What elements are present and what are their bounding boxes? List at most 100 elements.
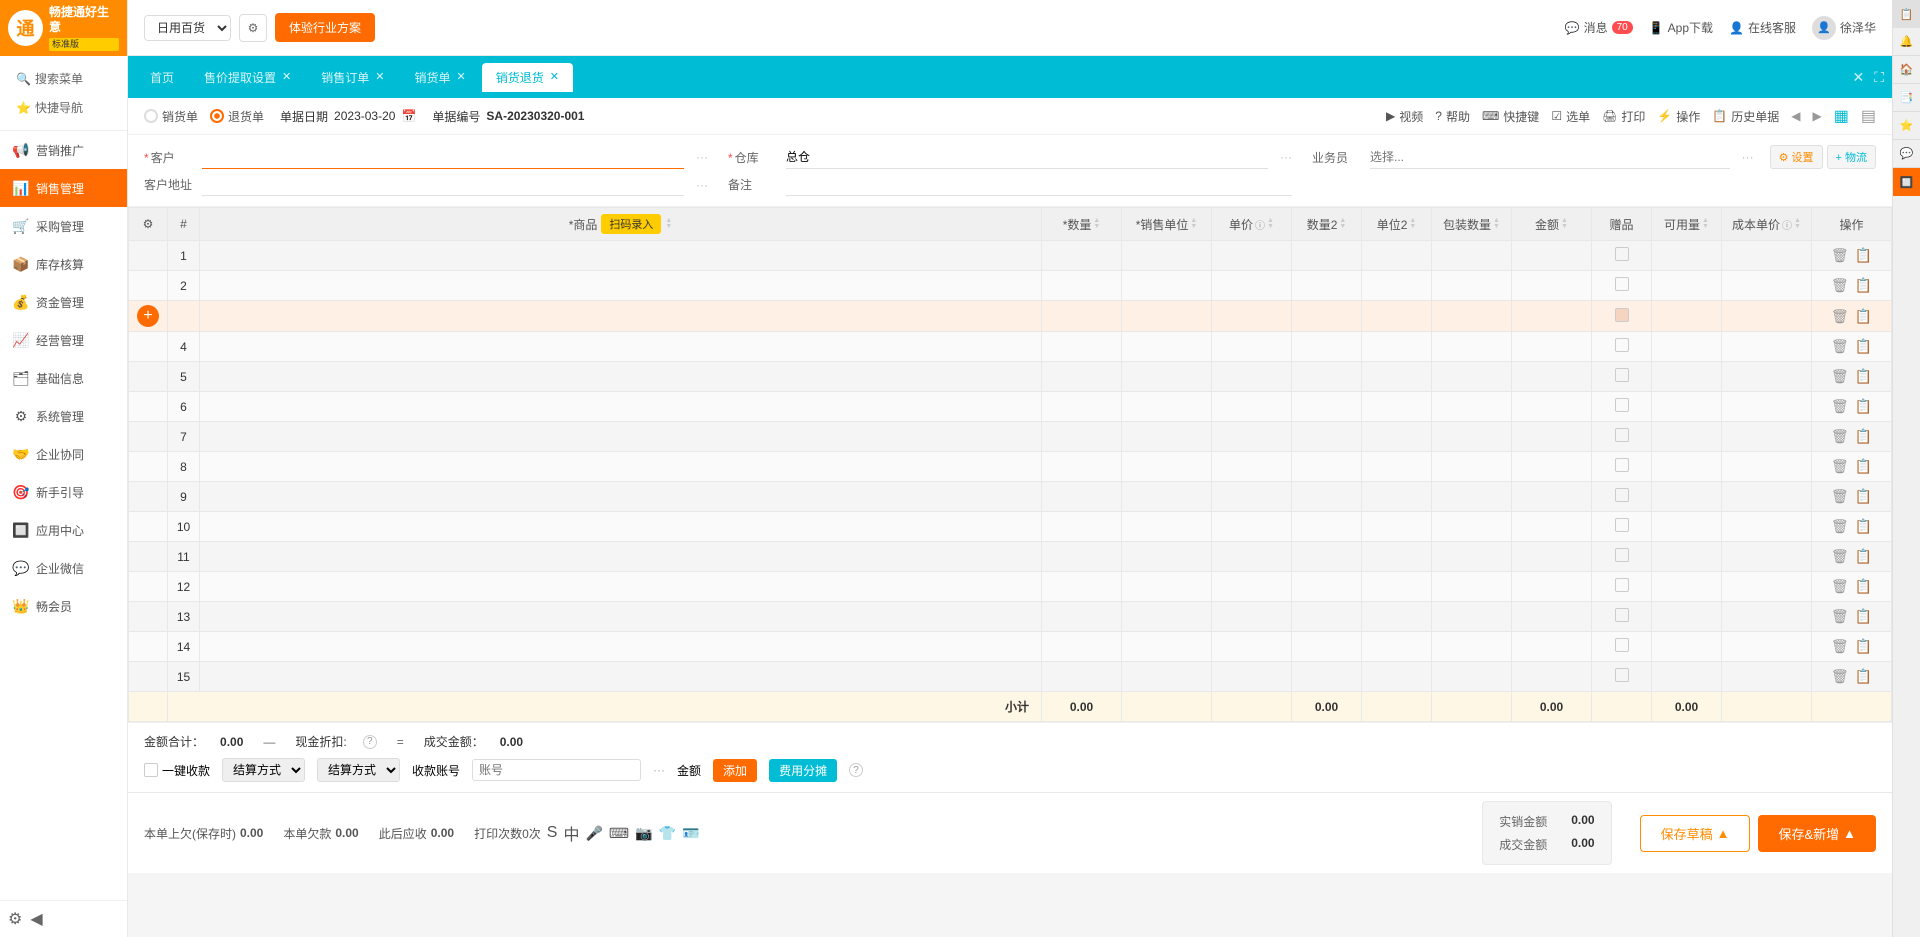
delete-row-9[interactable]: 🗑 [1831,488,1849,505]
print-btn[interactable]: 🖨 打印 [1602,108,1645,125]
copy-row-9[interactable]: 📋 [1855,488,1872,505]
copy-row-12[interactable]: 📋 [1855,578,1872,595]
copy-row-5[interactable]: 📋 [1855,368,1872,385]
add-row-button[interactable]: + [137,305,159,327]
scan-input-btn[interactable]: 扫码录入 [601,214,661,234]
next-btn[interactable]: ▶ [1813,109,1822,123]
delete-row-5[interactable]: 🗑 [1831,368,1849,385]
salesperson-input[interactable] [1370,146,1730,169]
user-profile[interactable]: 👤 徐泽华 [1812,16,1876,40]
copy-row-2[interactable]: 📋 [1855,277,1872,294]
copy-row-6[interactable]: 📋 [1855,398,1872,415]
gift-checkbox-11[interactable] [1615,548,1629,562]
sidebar-item-newbie[interactable]: 🎯 新手引导 [0,473,127,511]
help-btn[interactable]: ? 帮助 [1435,108,1470,125]
radio-delivery[interactable]: 销货单 [144,108,198,125]
gift-checkbox-14[interactable] [1615,638,1629,652]
gift-checkbox-9[interactable] [1615,488,1629,502]
copy-row-7[interactable]: 📋 [1855,428,1872,445]
gift-checkbox-13[interactable] [1615,608,1629,622]
settings-icon[interactable]: ⚙ [8,909,22,929]
sidebar-item-sales[interactable]: 📊 销售管理 [0,169,127,207]
settings-btn[interactable]: ⚙ 设置 [1770,145,1823,169]
delete-row-11[interactable]: 🗑 [1831,548,1849,565]
copy-row-10[interactable]: 📋 [1855,518,1872,535]
one-click-payment-checkbox[interactable]: 一键收款 [144,762,210,779]
experience-btn[interactable]: 体验行业方案 [275,13,375,42]
logistics-btn[interactable]: + 物流 [1827,145,1876,169]
sidebar-item-member[interactable]: 👑 畅会员 [0,587,127,625]
list-view-btn[interactable]: ▤ [1861,106,1876,126]
tab-price-settings[interactable]: 售价提取设置 ✕ [190,63,305,92]
search-menu-item[interactable]: 🔍 搜索菜单 [8,64,119,93]
gift-checkbox-3[interactable] [1615,308,1629,322]
add-payment-btn[interactable]: 添加 [713,759,757,782]
discount-help-icon[interactable]: ? [363,735,377,749]
copy-row-11[interactable]: 📋 [1855,548,1872,565]
select-btn[interactable]: ☑ 选单 [1551,108,1590,125]
float-chat-icon[interactable]: 💬 [1893,140,1920,168]
gift-checkbox-5[interactable] [1615,368,1629,382]
video-btn[interactable]: ▶ 视频 [1386,108,1423,125]
remark-input[interactable] [786,173,1292,196]
gift-checkbox-7[interactable] [1615,428,1629,442]
delete-row-2[interactable]: 🗑 [1831,277,1849,294]
sidebar-item-marketing[interactable]: 📢 营销推广 [0,131,127,169]
sidebar-item-wechat[interactable]: 💬 企业微信 [0,549,127,587]
online-service-action[interactable]: 👤 在线客服 [1729,19,1796,36]
sidebar-item-base[interactable]: 🗂 基础信息 [0,359,127,397]
sidebar-item-purchase[interactable]: 🛒 采购管理 [0,207,127,245]
warehouse-dots[interactable]: ··· [1280,150,1292,164]
history-btn[interactable]: 📋 历史单据 [1712,108,1779,125]
sidebar-item-operations[interactable]: 📈 经营管理 [0,321,127,359]
account-input[interactable] [472,759,641,781]
tab-bar-close-icon[interactable]: ✕ [1852,69,1864,86]
goods-input-row3[interactable] [208,309,1033,324]
gift-checkbox-8[interactable] [1615,458,1629,472]
customer-addr-input[interactable] [202,173,684,196]
gift-checkbox-1[interactable] [1615,247,1629,261]
sidebar-search[interactable]: 🔍 搜索菜单 ⭐ 快捷导航 [0,56,127,131]
copy-row-14[interactable]: 📋 [1855,638,1872,655]
float-active-icon[interactable]: 🔲 [1893,168,1920,196]
app-download-action[interactable]: 📱 App下载 [1649,19,1713,36]
copy-row-3[interactable]: 📋 [1855,308,1872,325]
breadcrumb-select[interactable]: 日用百货 [144,15,231,41]
gift-checkbox-12[interactable] [1615,578,1629,592]
delete-row-4[interactable]: 🗑 [1831,338,1849,355]
copy-row-1[interactable]: 📋 [1855,247,1872,264]
copy-row-13[interactable]: 📋 [1855,608,1872,625]
tab-close-price-settings[interactable]: ✕ [282,72,291,83]
detail-method-select[interactable]: 结算方式 [317,758,400,782]
tab-home[interactable]: 首页 [136,63,188,92]
save-new-button[interactable]: 保存&新增 ▲ [1758,815,1876,852]
tab-sales-order[interactable]: 销售订单 ✕ [307,63,398,92]
prev-btn[interactable]: ◀ [1791,109,1800,123]
split-btn[interactable]: 费用分摊 [769,759,837,782]
radio-return[interactable]: 退货单 [210,108,264,125]
sidebar-item-inventory[interactable]: 📦 库存核算 [0,245,127,283]
delete-row-10[interactable]: 🗑 [1831,518,1849,535]
warehouse-input[interactable] [786,146,1268,169]
col-settings[interactable]: ⚙ [129,208,168,241]
header-gear-button[interactable]: ⚙ [239,14,267,42]
tab-close-sales-return[interactable]: ✕ [550,72,559,83]
sidebar-item-finance[interactable]: 💰 资金管理 [0,283,127,321]
gift-checkbox-4[interactable] [1615,338,1629,352]
delete-row-1[interactable]: 🗑 [1831,247,1849,264]
float-doc-icon[interactable]: 📑 [1893,84,1920,112]
save-draft-button[interactable]: 保存草稿 ▲ [1640,815,1751,852]
delete-row-6[interactable]: 🗑 [1831,398,1849,415]
sidebar-item-enterprise[interactable]: 🤝 企业协同 [0,435,127,473]
gift-checkbox-10[interactable] [1615,518,1629,532]
delete-row-15[interactable]: 🗑 [1831,668,1849,685]
tab-close-sales-order[interactable]: ✕ [375,72,384,83]
customer-input[interactable] [202,146,684,169]
sidebar-item-system[interactable]: ⚙ 系统管理 [0,397,127,435]
customer-addr-dots[interactable]: ··· [696,178,708,192]
delete-row-8[interactable]: 🗑 [1831,458,1849,475]
delete-row-3[interactable]: 🗑 [1831,308,1849,325]
delete-row-13[interactable]: 🗑 [1831,608,1849,625]
operate-btn[interactable]: ⚡ 操作 [1657,108,1700,125]
customer-dots[interactable]: ··· [696,150,708,164]
